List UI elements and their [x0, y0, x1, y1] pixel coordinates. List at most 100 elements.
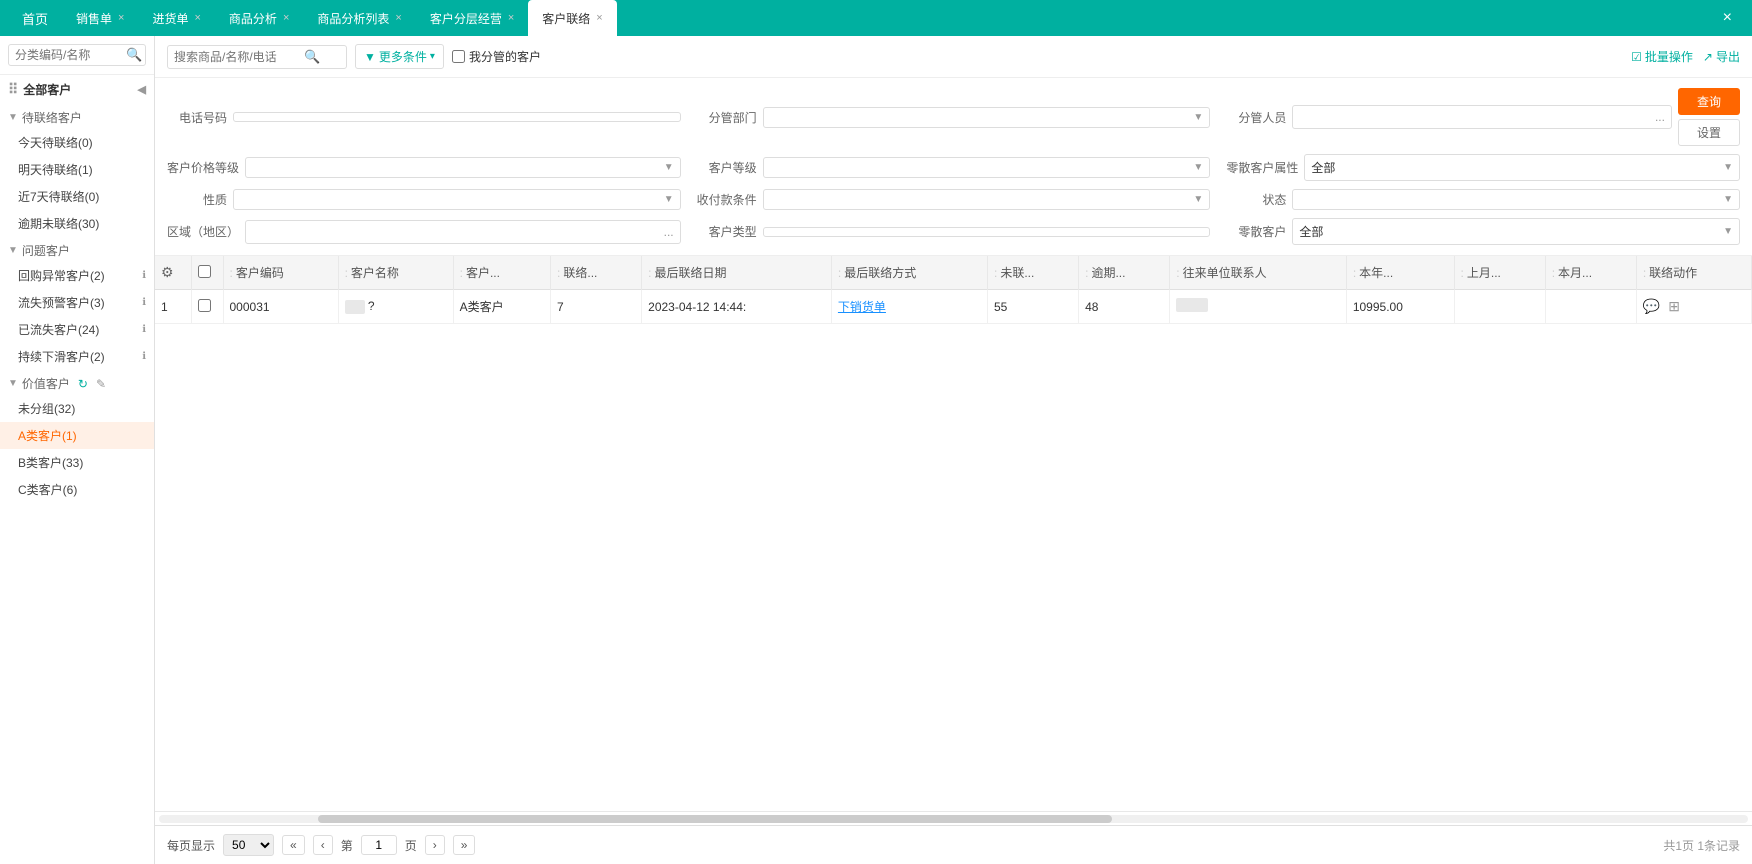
nav-tab-product-analysis[interactable]: 商品分析 ×	[215, 0, 303, 36]
col-this-month: :本月...	[1545, 256, 1636, 290]
filter-row-retail-attr: 零散客户属性 全部 ▼	[1226, 154, 1740, 181]
customer-level-input[interactable]: ▼	[763, 157, 1211, 178]
query-button[interactable]: 查询	[1678, 88, 1740, 115]
sidebar-item-declining[interactable]: 持续下滑客户(2) ℹ	[0, 343, 154, 370]
row-last-month	[1454, 290, 1545, 324]
edit-icon[interactable]: ✎	[96, 377, 106, 391]
close-tab-sales[interactable]: ×	[118, 12, 124, 24]
filter-row-price-level: 客户价格等级 ▼	[167, 154, 681, 181]
col-not-contacted: :未联...	[987, 256, 1078, 290]
retail-attr-input[interactable]: 全部 ▼	[1304, 154, 1740, 181]
sidebar-item-class-a[interactable]: A类客户(1)	[0, 422, 154, 449]
first-page-button[interactable]: «	[282, 835, 305, 855]
col-contact-count: :联络...	[551, 256, 642, 290]
sidebar-item-repurchase-abnormal[interactable]: 回购异常客户(2) ℹ	[0, 262, 154, 289]
nav-tab-customer-contact[interactable]: 客户联络 ×	[528, 0, 616, 36]
my-customer-checkbox-label[interactable]: 我分管的客户	[452, 48, 541, 65]
filter-bar: 🔍 ▼ 更多条件 ▾ 我分管的客户 ☑ 批量操作 ↗ 导出	[155, 36, 1752, 78]
filter-row-region: 区域（地区） ...	[167, 218, 681, 245]
nav-tab-product-list[interactable]: 商品分析列表 ×	[303, 0, 415, 36]
staff-label: 分管人员	[1226, 109, 1286, 126]
close-tab-product-list[interactable]: ×	[395, 12, 401, 24]
nature-label: 性质	[167, 191, 227, 208]
region-label: 区域（地区）	[167, 223, 239, 240]
retail-attr-arrow: ▼	[1723, 162, 1733, 173]
sidebar-search-icon[interactable]: 🔍	[126, 47, 142, 63]
close-tab-customer-contact[interactable]: ×	[596, 12, 602, 24]
row-select-checkbox[interactable]	[198, 299, 211, 312]
batch-operation-button[interactable]: ☑ 批量操作	[1631, 48, 1693, 65]
sidebar-item-7days[interactable]: 近7天待联络(0)	[0, 183, 154, 210]
nav-home[interactable]: 首页	[8, 0, 62, 36]
sidebar-item-churn-warning[interactable]: 流失预警客户(3) ℹ	[0, 289, 154, 316]
row-contact-count: 7	[551, 290, 642, 324]
my-customer-checkbox[interactable]	[452, 50, 465, 63]
col-this-year: :本年...	[1346, 256, 1454, 290]
table-row: 1 000031 ? A类客户 7 2023-04-12 14:44:	[155, 290, 1752, 324]
dept-input[interactable]: ▼	[763, 107, 1211, 128]
chevron-down-icon: ▾	[430, 51, 435, 62]
staff-input[interactable]: ...	[1292, 105, 1672, 129]
payment-input[interactable]: ▼	[763, 189, 1211, 210]
region-input[interactable]: ...	[245, 220, 681, 244]
sidebar-item-unclassified[interactable]: 未分组(32)	[0, 395, 154, 422]
sidebar-item-overdue[interactable]: 逾期未联络(30)	[0, 210, 154, 237]
retail-customer-input[interactable]: 全部 ▼	[1292, 218, 1740, 245]
filter-row-customer-level: 客户等级 ▼	[697, 154, 1211, 181]
close-tab-product-analysis[interactable]: ×	[283, 12, 289, 24]
prev-page-button[interactable]: ‹	[313, 835, 333, 855]
expand-icon: ▼	[8, 112, 18, 123]
row-action: 💬 ⊞	[1636, 290, 1751, 324]
table-wrapper: ⚙ :客户编码 :客户名称 :客户... :联络... :最后联络日期 :最后联…	[155, 256, 1752, 811]
status-label: 状态	[1226, 191, 1286, 208]
sidebar-all-customers[interactable]: ⠿ 全部客户 ◀	[0, 75, 154, 104]
sidebar-item-class-c[interactable]: C类客户(6)	[0, 476, 154, 503]
qr-icon[interactable]: ⊞	[1668, 298, 1680, 315]
nav-tab-sales[interactable]: 销售单 ×	[62, 0, 138, 36]
sidebar-item-today[interactable]: 今天待联络(0)	[0, 129, 154, 156]
grid-icon: ⠿	[8, 81, 18, 98]
select-all-checkbox[interactable]	[198, 265, 211, 278]
page-size-select[interactable]: 50 100 200	[223, 834, 274, 856]
customer-type-label: 客户类型	[697, 223, 757, 240]
next-page-button[interactable]: ›	[425, 835, 445, 855]
sidebar-item-churned[interactable]: 已流失客户(24) ℹ	[0, 316, 154, 343]
more-filter-button[interactable]: ▼ 更多条件 ▾	[355, 44, 444, 69]
scroll-track	[159, 815, 1748, 823]
last-method-link[interactable]: 下销货单	[838, 300, 886, 314]
collapse-icon: ◀	[138, 83, 146, 96]
refresh-icon[interactable]: ↻	[78, 377, 88, 391]
sidebar-item-tomorrow[interactable]: 明天待联络(1)	[0, 156, 154, 183]
page-number-input[interactable]	[361, 835, 397, 855]
top-navigation: 首页 销售单 × 进货单 × 商品分析 × 商品分析列表 × 客户分层经营 × …	[0, 0, 1752, 36]
close-window-icon[interactable]: ×	[1711, 9, 1744, 27]
close-tab-customer-segment[interactable]: ×	[508, 12, 514, 24]
gear-icon[interactable]: ⚙	[161, 264, 174, 280]
filter-row-payment: 收付款条件 ▼	[697, 189, 1211, 210]
price-level-input[interactable]: ▼	[245, 157, 681, 178]
last-page-button[interactable]: »	[453, 835, 476, 855]
row-customer-type: A类客户	[453, 290, 550, 324]
message-icon[interactable]: 💬	[1643, 298, 1660, 315]
horizontal-scrollbar[interactable]	[155, 811, 1752, 825]
filter-search-input[interactable]	[174, 50, 304, 64]
info-icon-1: ℹ	[142, 270, 146, 281]
nav-tab-purchase[interactable]: 进货单 ×	[138, 0, 214, 36]
page-size-label: 每页显示	[167, 837, 215, 854]
page-label-end: 页	[405, 837, 417, 854]
nav-tab-customer-segment[interactable]: 客户分层经营 ×	[416, 0, 528, 36]
filter-search-icon[interactable]: 🔍	[304, 49, 320, 65]
phone-input[interactable]	[233, 112, 681, 122]
retail-customer-label: 零散客户	[1226, 223, 1286, 240]
status-input[interactable]: ▼	[1292, 189, 1740, 210]
filter-actions: 查询 设置	[1678, 88, 1740, 146]
export-button[interactable]: ↗ 导出	[1703, 48, 1740, 65]
nature-input[interactable]: ▼	[233, 189, 681, 210]
total-records: 共1页 1条记录	[1663, 837, 1740, 854]
price-level-label: 客户价格等级	[167, 159, 239, 176]
sidebar-item-class-b[interactable]: B类客户(33)	[0, 449, 154, 476]
close-tab-purchase[interactable]: ×	[194, 12, 200, 24]
expand-icon-value: ▼	[8, 378, 18, 389]
customer-type-input[interactable]	[763, 227, 1211, 237]
setting-button[interactable]: 设置	[1678, 119, 1740, 146]
